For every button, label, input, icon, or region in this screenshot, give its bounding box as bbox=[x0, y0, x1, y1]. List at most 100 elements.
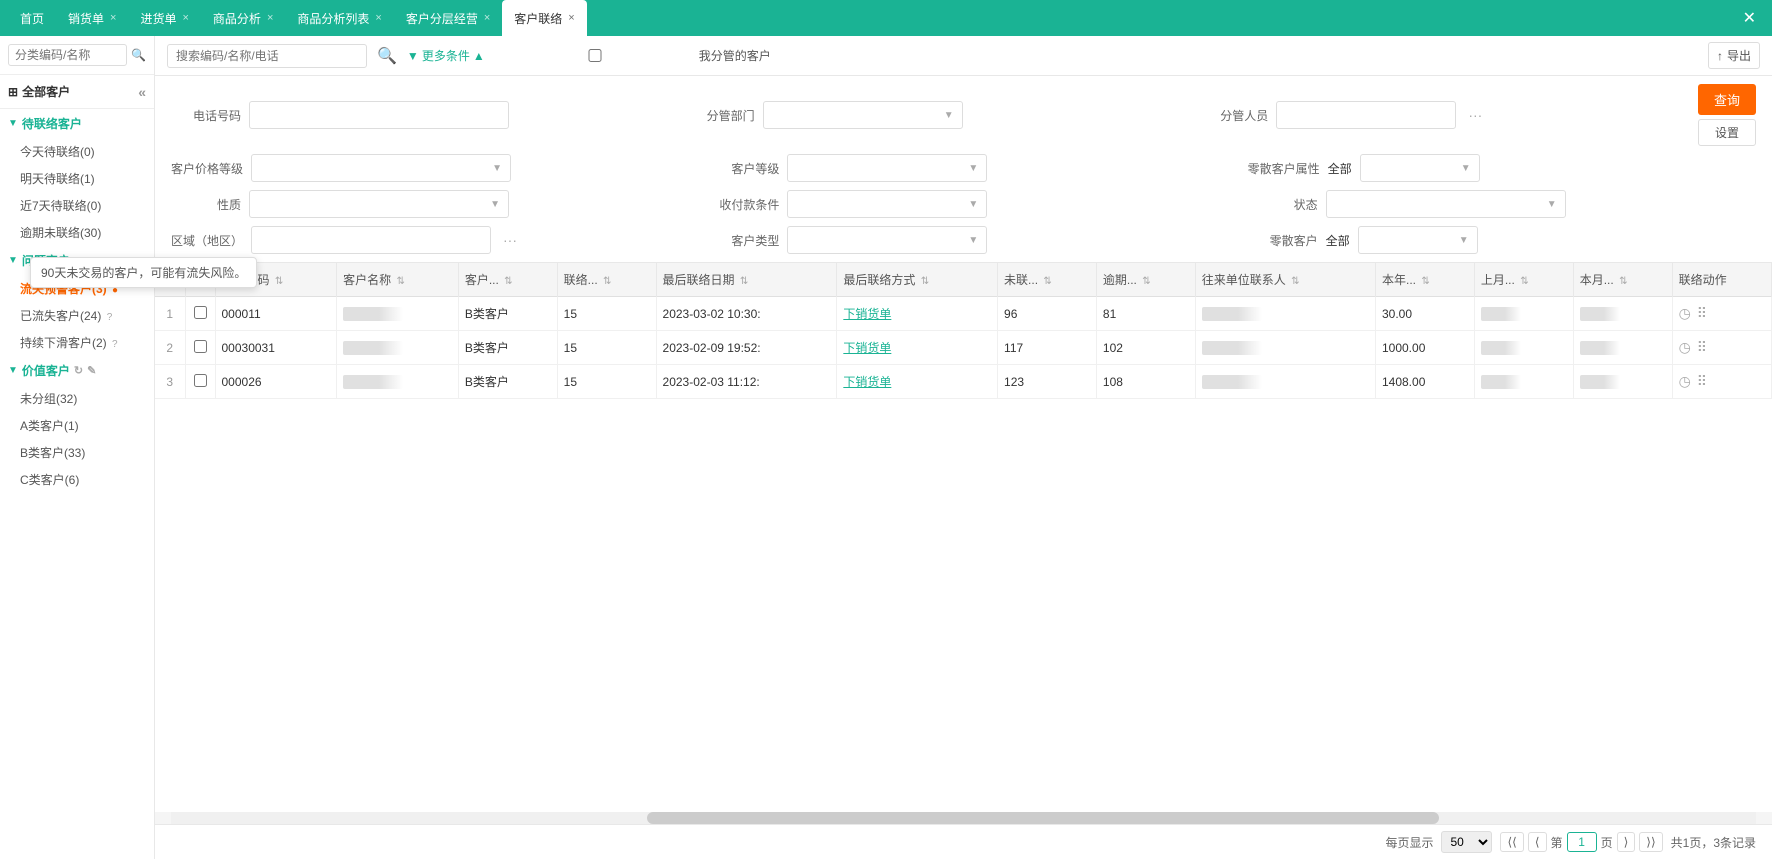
filter-dept: 分管部门 ▼ bbox=[685, 101, 1169, 129]
sidebar-item-class-a[interactable]: A类客户(1) bbox=[0, 412, 154, 439]
row-checkbox-0[interactable] bbox=[194, 306, 207, 319]
sort-year-icon[interactable]: ⇅ bbox=[1421, 276, 1429, 287]
sort-type-icon[interactable]: ⇅ bbox=[504, 276, 512, 287]
next-page-button[interactable]: ⟩ bbox=[1617, 832, 1636, 852]
query-button[interactable]: 查询 bbox=[1698, 84, 1756, 115]
sidebar-item-tomorrow-pending[interactable]: 明天待联络(1) bbox=[0, 165, 154, 192]
action-more-icon-0[interactable]: ⠿ bbox=[1697, 305, 1707, 322]
search-input[interactable] bbox=[167, 44, 367, 68]
sort-name-icon[interactable]: ⇅ bbox=[397, 276, 405, 287]
tab-sales-order[interactable]: 销货单 × bbox=[56, 0, 128, 36]
sidebar-item-7days-pending[interactable]: 近7天待联络(0) bbox=[0, 192, 154, 219]
th-overdue: 逾期... ⇅ bbox=[1096, 263, 1195, 297]
sort-last-method-icon[interactable]: ⇅ bbox=[921, 276, 929, 287]
edit-icon[interactable]: ✎ bbox=[87, 364, 96, 377]
sort-last-month-icon[interactable]: ⇅ bbox=[1520, 276, 1528, 287]
manager-input[interactable] bbox=[1276, 101, 1456, 129]
tab-product-analysis-list[interactable]: 商品分析列表 × bbox=[285, 0, 393, 36]
last-method-link-2[interactable]: 下销货单 bbox=[843, 375, 891, 389]
tab-purchase-order[interactable]: 进货单 × bbox=[128, 0, 200, 36]
td-liaison-1 bbox=[1195, 331, 1375, 365]
sidebar-collapse-button[interactable]: « bbox=[138, 84, 146, 100]
sort-contact-icon[interactable]: ⇅ bbox=[603, 276, 611, 287]
td-contact-0: 15 bbox=[557, 297, 656, 331]
sidebar-item-today-pending[interactable]: 今天待联络(0) bbox=[0, 138, 154, 165]
sidebar-group-pending-contact[interactable]: ▼ 待联络客户 bbox=[0, 109, 154, 138]
sidebar-group-value-customers[interactable]: ▼ 价值客户 ↻ ✎ bbox=[0, 356, 154, 385]
last-page-button[interactable]: ⟩⟩ bbox=[1639, 832, 1662, 852]
last-month-blurred-1 bbox=[1481, 341, 1521, 355]
filter-status: 状态 ▼ bbox=[1248, 190, 1756, 218]
first-page-button[interactable]: ⟨⟨ bbox=[1500, 832, 1523, 852]
status-select[interactable]: ▼ bbox=[1326, 190, 1566, 218]
retail-customer-arrow: ▼ bbox=[1459, 235, 1469, 246]
sort-code-icon[interactable]: ⇅ bbox=[275, 276, 283, 287]
retail-customer-select[interactable]: ▼ bbox=[1358, 226, 1478, 254]
tab-customer-tier[interactable]: 客户分层经营 × bbox=[394, 0, 502, 36]
close-tab-customer-contact[interactable]: × bbox=[568, 12, 574, 24]
row-checkbox-1[interactable] bbox=[194, 340, 207, 353]
sidebar-all-customers-header[interactable]: ⊞ 全部客户 « bbox=[0, 75, 154, 109]
dept-select[interactable]: ▼ bbox=[763, 101, 963, 129]
last-method-link-0[interactable]: 下销货单 bbox=[843, 307, 891, 321]
sidebar-item-ungrouped[interactable]: 未分组(32) bbox=[0, 385, 154, 412]
settings-button[interactable]: 设置 bbox=[1698, 119, 1756, 146]
problem-customers-tooltip: 90天未交易的客户，可能有流失风险。 bbox=[30, 257, 155, 288]
action-more-icon-1[interactable]: ⠿ bbox=[1697, 339, 1707, 356]
close-tab-product-analysis[interactable]: × bbox=[267, 12, 273, 24]
close-tab-customer-tier[interactable]: × bbox=[484, 12, 490, 24]
export-button[interactable]: ↑ 导出 bbox=[1708, 42, 1760, 69]
action-contact-icon-2[interactable]: ◷ bbox=[1679, 373, 1691, 390]
prev-page-button[interactable]: ⟨ bbox=[1528, 832, 1547, 852]
page-number-input[interactable] bbox=[1567, 832, 1597, 852]
td-overdue-0: 81 bbox=[1096, 297, 1195, 331]
price-grade-select[interactable]: ▼ bbox=[251, 154, 511, 182]
my-customers-checkbox[interactable] bbox=[495, 49, 695, 62]
sidebar-item-overdue-contact[interactable]: 逾期未联络(30) bbox=[0, 219, 154, 246]
td-code-2: 000026 bbox=[215, 365, 337, 399]
close-tab-sales-order[interactable]: × bbox=[110, 12, 116, 24]
area-input[interactable] bbox=[251, 226, 491, 254]
close-tab-purchase-order[interactable]: × bbox=[182, 12, 188, 24]
tab-product-analysis[interactable]: 商品分析 × bbox=[201, 0, 285, 36]
customer-table: ⚙ 客户编码 ⇅ 客户名称 ⇅ bbox=[155, 263, 1772, 399]
scrollbar-thumb[interactable] bbox=[647, 812, 1440, 824]
sidebar-search-input[interactable] bbox=[8, 44, 127, 66]
action-contact-icon-1[interactable]: ◷ bbox=[1679, 339, 1691, 356]
action-more-icon-2[interactable]: ⠿ bbox=[1697, 373, 1707, 390]
action-contact-icon-0[interactable]: ◷ bbox=[1679, 305, 1691, 322]
filter-search-button[interactable]: 🔍 bbox=[377, 46, 397, 66]
sort-unlisted-icon[interactable]: ⇅ bbox=[1043, 276, 1051, 287]
nature-select[interactable]: ▼ bbox=[249, 190, 509, 218]
sidebar-item-churned[interactable]: 已流失客户(24) ? bbox=[0, 302, 154, 329]
retail-attr-select[interactable]: ▼ bbox=[1360, 154, 1480, 182]
td-year-1: 1000.00 bbox=[1375, 331, 1474, 365]
sort-overdue-icon[interactable]: ⇅ bbox=[1142, 276, 1150, 287]
my-customers-checkbox-label[interactable]: 我分管的客户 bbox=[495, 47, 771, 64]
sidebar-item-class-c[interactable]: C类客户(6) bbox=[0, 466, 154, 493]
sort-liaison-icon[interactable]: ⇅ bbox=[1291, 276, 1299, 287]
close-tab-product-analysis-list[interactable]: × bbox=[375, 12, 381, 24]
sort-this-month-icon[interactable]: ⇅ bbox=[1619, 276, 1627, 287]
customer-name-blurred-2 bbox=[343, 375, 403, 389]
tab-home[interactable]: 首页 bbox=[8, 0, 56, 36]
window-close-button[interactable]: ✕ bbox=[1735, 8, 1764, 28]
phone-input[interactable] bbox=[249, 101, 509, 129]
filter-retail-attr: 零散客户属性 全部 ▼ bbox=[1248, 154, 1756, 182]
refresh-icon[interactable]: ↻ bbox=[74, 364, 83, 377]
sidebar-item-class-b[interactable]: B类客户(33) bbox=[0, 439, 154, 466]
horizontal-scrollbar[interactable] bbox=[171, 812, 1756, 824]
customer-grade-select[interactable]: ▼ bbox=[787, 154, 987, 182]
sidebar-search-icon[interactable]: 🔍 bbox=[131, 48, 146, 62]
payment-select[interactable]: ▼ bbox=[787, 190, 987, 218]
manager-more-button[interactable]: ··· bbox=[1464, 107, 1486, 123]
per-page-select[interactable]: 50 100 200 bbox=[1441, 831, 1492, 853]
more-conditions-toggle[interactable]: ▼ 更多条件 ▲ bbox=[407, 47, 485, 64]
sort-last-date-icon[interactable]: ⇅ bbox=[740, 276, 748, 287]
sidebar-item-declining[interactable]: 持续下滑客户(2) ? bbox=[0, 329, 154, 356]
last-method-link-1[interactable]: 下销货单 bbox=[843, 341, 891, 355]
tab-customer-contact[interactable]: 客户联络 × bbox=[502, 0, 586, 36]
customer-type-select[interactable]: ▼ bbox=[787, 226, 987, 254]
area-more-button[interactable]: ··· bbox=[499, 232, 521, 248]
row-checkbox-2[interactable] bbox=[194, 374, 207, 387]
